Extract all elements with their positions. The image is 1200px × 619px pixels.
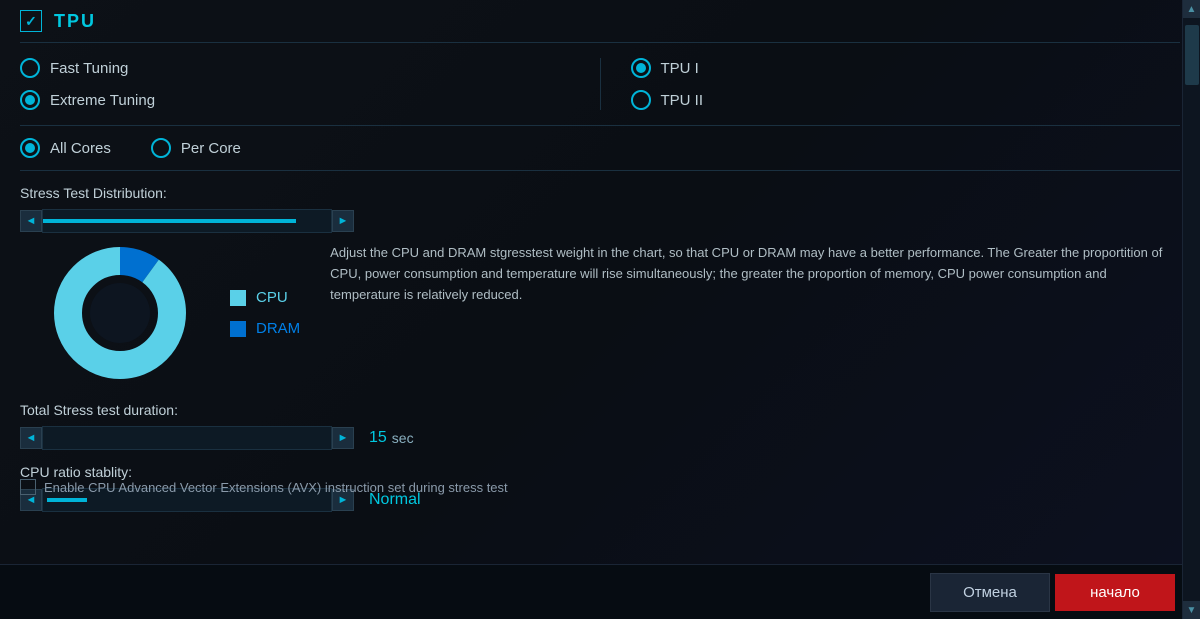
vertical-divider: [600, 58, 601, 110]
scrollbar-track[interactable]: [1183, 18, 1200, 601]
tpu-checkbox[interactable]: ✓: [20, 10, 42, 32]
per-core-radio[interactable]: [151, 138, 171, 158]
tpu-i-option[interactable]: TPU I: [631, 58, 1181, 78]
stress-slider-container: ◄ ►: [20, 209, 1180, 233]
cpu-ratio-label: CPU ratio stablity:: [20, 464, 1180, 480]
tpu-i-label: TPU I: [661, 60, 699, 77]
cpu-legend-color: [230, 290, 246, 306]
cpu-legend-label: CPU: [256, 289, 288, 306]
dram-legend-label: DRAM: [256, 320, 300, 337]
cpu-ratio-fill: [47, 498, 87, 502]
all-cores-radio-inner: [25, 143, 35, 153]
tpu-header: ✓ TPU: [20, 0, 1180, 43]
stress-slider-right-arrow[interactable]: ►: [332, 210, 354, 232]
legend-area: CPU DRAM: [230, 289, 300, 337]
avx-label: Enable CPU Advanced Vector Extensions (A…: [44, 480, 508, 495]
avx-row: Enable CPU Advanced Vector Extensions (A…: [20, 479, 508, 495]
fast-tuning-radio[interactable]: [20, 58, 40, 78]
tpu-ii-radio[interactable]: [631, 90, 651, 110]
per-core-label: Per Core: [181, 140, 241, 157]
scrollbar-down-arrow[interactable]: ▼: [1183, 601, 1200, 619]
scrollbar: ▲ ▼: [1182, 0, 1200, 619]
stress-test-section: Stress Test Distribution: ◄ ►: [20, 185, 1180, 388]
stress-test-info-text: Adjust the CPU and DRAM stgresstest weig…: [330, 238, 1180, 388]
tpu-title: TPU: [54, 11, 96, 32]
duration-slider-right-arrow[interactable]: ►: [332, 427, 354, 449]
all-cores-radio[interactable]: [20, 138, 40, 158]
cores-row: All Cores Per Core: [20, 126, 1180, 171]
extreme-tuning-label: Extreme Tuning: [50, 92, 155, 109]
left-tuning-col: Fast Tuning Extreme Tuning: [20, 58, 570, 110]
duration-label: Total Stress test duration:: [20, 402, 1180, 418]
fast-tuning-label: Fast Tuning: [50, 60, 128, 77]
donut-hole: [90, 283, 150, 343]
full-content: ✓ TPU Fast Tuning Extreme Tuning: [0, 0, 1200, 560]
chart-legend-area: CPU DRAM: [20, 238, 300, 388]
scrollbar-up-arrow[interactable]: ▲: [1183, 0, 1200, 18]
tpu-i-radio-inner: [636, 63, 646, 73]
duration-section: Total Stress test duration: ◄ ► 15 sec: [20, 402, 1180, 450]
per-core-option[interactable]: Per Core: [151, 138, 241, 158]
dram-legend-item: DRAM: [230, 320, 300, 337]
tpu-ii-option[interactable]: TPU II: [631, 90, 1181, 110]
duration-unit: sec: [392, 430, 414, 446]
tpu-ii-label: TPU II: [661, 92, 704, 109]
cpu-legend-item: CPU: [230, 289, 300, 306]
tpu-i-radio[interactable]: [631, 58, 651, 78]
extreme-tuning-radio[interactable]: [20, 90, 40, 110]
stress-slider-left-arrow[interactable]: ◄: [20, 210, 42, 232]
extreme-tuning-radio-inner: [25, 95, 35, 105]
chart-info-row: CPU DRAM Adjust the CPU and DRAM stgress…: [20, 238, 1180, 388]
donut-chart-svg: [50, 243, 190, 383]
start-button[interactable]: начало: [1055, 574, 1175, 611]
cancel-button[interactable]: Отмена: [930, 573, 1050, 612]
fast-tuning-option[interactable]: Fast Tuning: [20, 58, 570, 78]
duration-value: 15: [369, 429, 387, 447]
right-tuning-col: TPU I TPU II: [631, 58, 1181, 110]
duration-slider-left-arrow[interactable]: ◄: [20, 427, 42, 449]
stress-slider-fill: [43, 219, 296, 223]
main-container: ✓ TPU Fast Tuning Extreme Tuning: [0, 0, 1200, 619]
bottom-bar: Отмена начало: [0, 564, 1200, 619]
scrollbar-thumb[interactable]: [1185, 25, 1199, 85]
tpu-checkmark: ✓: [25, 13, 37, 30]
extreme-tuning-option[interactable]: Extreme Tuning: [20, 90, 570, 110]
all-cores-label: All Cores: [50, 140, 111, 157]
stress-slider-track[interactable]: [42, 209, 332, 233]
duration-slider-track[interactable]: [42, 426, 332, 450]
donut-chart-area: [20, 238, 220, 388]
avx-checkbox[interactable]: [20, 479, 36, 495]
duration-row: ◄ ► 15 sec: [20, 426, 1180, 450]
stress-test-label: Stress Test Distribution:: [20, 185, 1180, 201]
dram-legend-color: [230, 321, 246, 337]
tuning-options-row: Fast Tuning Extreme Tuning TPU I: [20, 43, 1180, 126]
all-cores-option[interactable]: All Cores: [20, 138, 111, 158]
